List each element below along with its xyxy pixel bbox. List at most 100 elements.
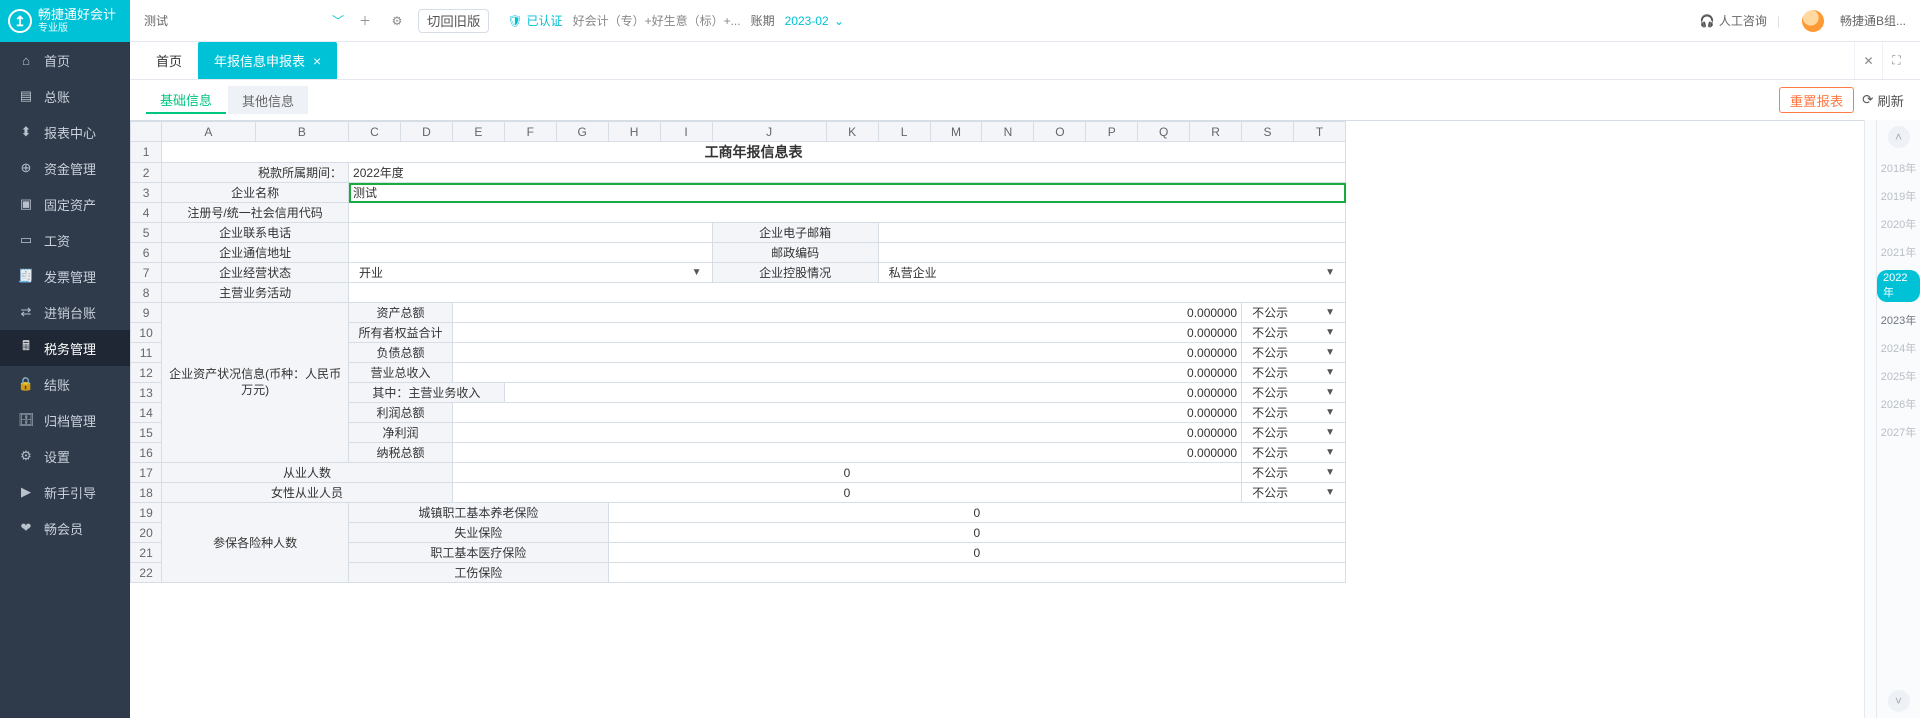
cell[interactable] xyxy=(349,243,712,263)
col-header[interactable]: N xyxy=(982,122,1034,142)
sidebar-item-10[interactable]: 🗄归档管理 xyxy=(0,402,130,438)
expand-tab-button[interactable]: ⛶ xyxy=(1882,42,1910,79)
select-cell[interactable]: 私营企业▼ xyxy=(878,263,1345,283)
year-item[interactable]: 2018年 xyxy=(1881,158,1916,178)
corner-cell[interactable] xyxy=(131,122,162,142)
sidebar-item-1[interactable]: ▤总账 xyxy=(0,78,130,114)
subtab-0[interactable]: 基础信息 xyxy=(146,86,226,114)
row-number[interactable]: 4 xyxy=(131,203,162,223)
cell[interactable] xyxy=(878,223,1345,243)
row-number[interactable]: 20 xyxy=(131,523,162,543)
year-item[interactable]: 2027年 xyxy=(1881,422,1916,442)
account-selector[interactable]: 测试 ﹀ xyxy=(144,12,344,29)
col-header[interactable]: J xyxy=(712,122,826,142)
cell[interactable]: 0.000000 xyxy=(452,343,1241,363)
close-icon[interactable]: × xyxy=(313,53,321,69)
row-number[interactable]: 17 xyxy=(131,463,162,483)
col-header[interactable]: Q xyxy=(1138,122,1190,142)
select-cell[interactable]: 不公示▼ xyxy=(1242,383,1346,403)
row-number[interactable]: 11 xyxy=(131,343,162,363)
sidebar-item-12[interactable]: ▶新手引导 xyxy=(0,474,130,510)
row-number[interactable]: 6 xyxy=(131,243,162,263)
select-cell[interactable]: 不公示▼ xyxy=(1242,423,1346,443)
year-down-button[interactable]: ˅ xyxy=(1888,690,1910,712)
year-up-button[interactable]: ˄ xyxy=(1888,126,1910,148)
spreadsheet[interactable]: ABCDEFGHIJKLMNOPQRST1工商年报信息表2税款所属期间：2022… xyxy=(130,120,1864,718)
select-cell[interactable]: 不公示▼ xyxy=(1242,443,1346,463)
close-tab-button[interactable]: ✕ xyxy=(1854,42,1882,79)
cell[interactable]: 0.000000 xyxy=(504,383,1241,403)
cell[interactable]: 0.000000 xyxy=(452,323,1241,343)
year-item[interactable]: 2019年 xyxy=(1881,186,1916,206)
row-number[interactable]: 2 xyxy=(131,163,162,183)
row-number[interactable]: 16 xyxy=(131,443,162,463)
vertical-scrollbar[interactable] xyxy=(1864,120,1876,718)
col-header[interactable]: H xyxy=(608,122,660,142)
row-number[interactable]: 18 xyxy=(131,483,162,503)
page-tab-1[interactable]: 年报信息申报表× xyxy=(198,42,337,79)
period-selector[interactable]: 2023-02 ⌄ xyxy=(785,14,844,28)
row-number[interactable]: 1 xyxy=(131,142,162,163)
sidebar-item-5[interactable]: ▭工资 xyxy=(0,222,130,258)
page-tab-0[interactable]: 首页 xyxy=(140,42,198,79)
select-cell[interactable]: 不公示▼ xyxy=(1242,363,1346,383)
col-header[interactable]: C xyxy=(349,122,401,142)
row-number[interactable]: 8 xyxy=(131,283,162,303)
col-header[interactable]: L xyxy=(878,122,930,142)
select-cell[interactable]: 不公示▼ xyxy=(1242,343,1346,363)
sidebar-item-2[interactable]: ⬍报表中心 xyxy=(0,114,130,150)
col-header[interactable]: O xyxy=(1034,122,1086,142)
row-number[interactable]: 5 xyxy=(131,223,162,243)
avatar[interactable] xyxy=(1802,10,1824,32)
col-header[interactable]: M xyxy=(930,122,982,142)
select-cell[interactable]: 不公示▼ xyxy=(1242,483,1346,503)
year-item[interactable]: 2021年 xyxy=(1881,242,1916,262)
year-item[interactable]: 2024年 xyxy=(1881,338,1916,358)
cell[interactable]: 0.000000 xyxy=(452,423,1241,443)
select-cell[interactable]: 不公示▼ xyxy=(1242,323,1346,343)
col-header[interactable]: D xyxy=(400,122,452,142)
row-number[interactable]: 19 xyxy=(131,503,162,523)
col-header[interactable]: T xyxy=(1294,122,1346,142)
cell[interactable] xyxy=(608,563,1345,583)
col-header[interactable]: A xyxy=(162,122,255,142)
col-header[interactable]: R xyxy=(1190,122,1242,142)
col-header[interactable]: S xyxy=(1242,122,1294,142)
select-cell[interactable]: 不公示▼ xyxy=(1242,303,1346,323)
cell[interactable]: 0.000000 xyxy=(452,303,1241,323)
sidebar-item-4[interactable]: ▣固定资产 xyxy=(0,186,130,222)
row-number[interactable]: 13 xyxy=(131,383,162,403)
sidebar-item-3[interactable]: ⊕资金管理 xyxy=(0,150,130,186)
year-item[interactable]: 2023年 xyxy=(1881,310,1916,330)
select-cell[interactable]: 不公示▼ xyxy=(1242,463,1346,483)
col-header[interactable]: F xyxy=(504,122,556,142)
cell[interactable]: 0 xyxy=(452,463,1241,483)
username[interactable]: 畅捷通B组... xyxy=(1840,12,1906,29)
sidebar-item-11[interactable]: ⚙设置 xyxy=(0,438,130,474)
sidebar-item-6[interactable]: 🧾发票管理 xyxy=(0,258,130,294)
cell[interactable]: 0 xyxy=(608,503,1345,523)
sidebar-item-13[interactable]: ❤畅会员 xyxy=(0,510,130,546)
reset-report-button[interactable]: 重置报表 xyxy=(1779,87,1854,113)
cell[interactable]: 0 xyxy=(608,523,1345,543)
cell[interactable]: 0.000000 xyxy=(452,443,1241,463)
company-name-cell[interactable]: 测试 xyxy=(349,183,1346,203)
cell[interactable] xyxy=(878,243,1345,263)
col-header[interactable]: G xyxy=(556,122,608,142)
cell[interactable] xyxy=(349,223,712,243)
row-number[interactable]: 3 xyxy=(131,183,162,203)
col-header[interactable]: E xyxy=(452,122,504,142)
year-item[interactable]: 2026年 xyxy=(1881,394,1916,414)
row-number[interactable]: 12 xyxy=(131,363,162,383)
row-number[interactable]: 22 xyxy=(131,563,162,583)
sidebar-item-7[interactable]: ⇄进销台账 xyxy=(0,294,130,330)
refresh-button[interactable]: ⟳ 刷新 xyxy=(1862,87,1904,113)
cell[interactable] xyxy=(349,203,1346,223)
switch-old-version-button[interactable]: 切回旧版 xyxy=(418,9,489,33)
year-item[interactable]: 2022年 xyxy=(1877,270,1920,302)
cell[interactable]: 0.000000 xyxy=(452,363,1241,383)
cell[interactable]: 2022年度 xyxy=(349,163,1346,183)
sidebar-item-8[interactable]: 🖩税务管理 xyxy=(0,330,130,366)
cell[interactable]: 0 xyxy=(452,483,1241,503)
cell[interactable]: 0.000000 xyxy=(452,403,1241,423)
